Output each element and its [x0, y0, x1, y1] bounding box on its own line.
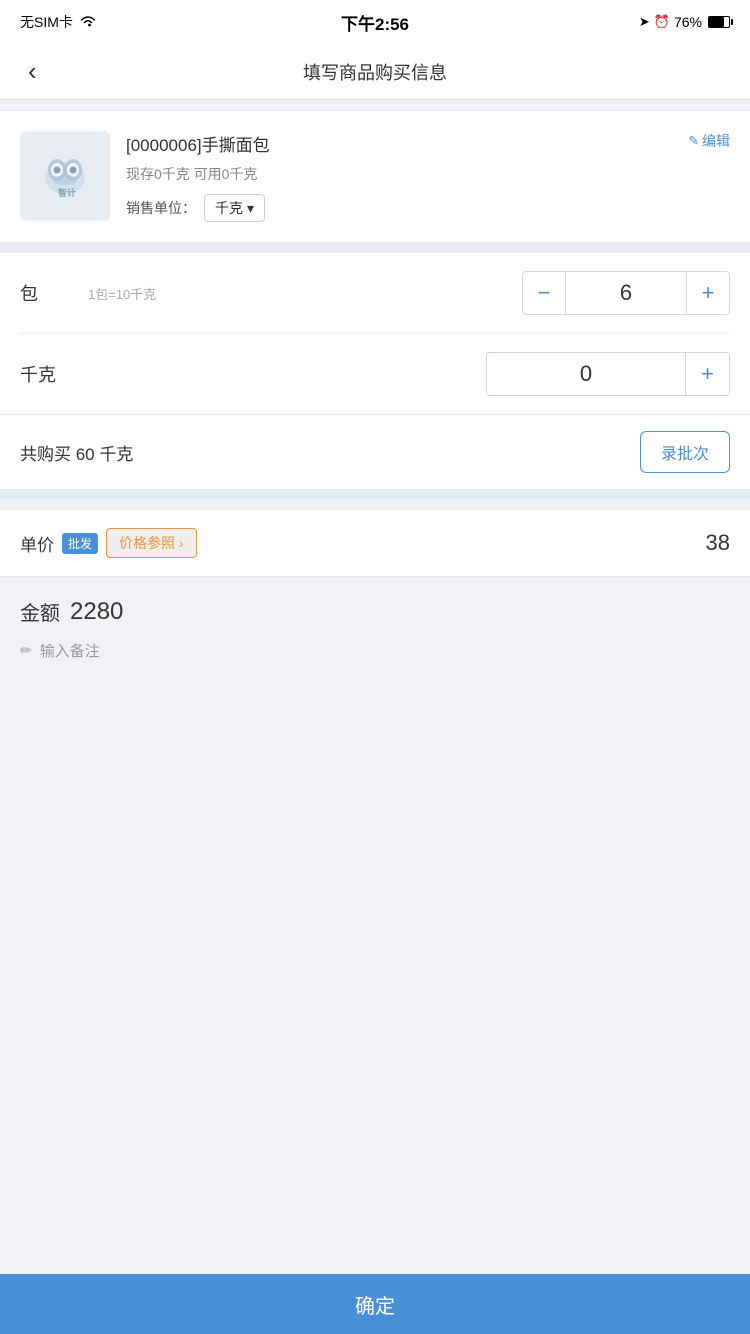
bao-stepper: − + [522, 271, 730, 315]
total-row: 共购买 60 千克 录批次 [0, 414, 750, 489]
product-image: 智计 [20, 131, 110, 221]
remark-row[interactable]: ✏ 输入备注 [20, 640, 730, 661]
amount-value: 2280 [70, 598, 123, 626]
product-unit-row: 销售单位： 千克 ▾ [126, 194, 730, 222]
edit-button[interactable]: ✎ 编辑 [688, 131, 730, 151]
price-label: 单价 [20, 531, 54, 556]
kg-stepper: + [486, 352, 730, 396]
status-time: 下午2:56 [341, 10, 409, 35]
product-info: [0000006]手撕面包 ✎ 编辑 现存0千克 可用0千克 销售单位： 千克 … [126, 131, 730, 222]
edit-label: 编辑 [702, 131, 730, 151]
bao-quantity-input[interactable] [566, 271, 686, 315]
total-text: 共购买 60 千克 [20, 440, 133, 465]
status-right: ➤ ⏰ 76% [639, 14, 730, 30]
remark-placeholder: 输入备注 [40, 640, 100, 661]
unit-value: 千克 [215, 198, 243, 218]
bao-plus-button[interactable]: + [686, 271, 730, 315]
product-stock: 现存0千克 可用0千克 [126, 164, 730, 184]
product-name-row: [0000006]手撕面包 ✎ 编辑 [126, 131, 730, 156]
pencil-icon: ✏ [20, 642, 32, 659]
price-tag: 批发 [62, 533, 98, 554]
confirm-button[interactable]: 确定 [0, 1274, 750, 1334]
status-left: 无SIM卡 [20, 12, 97, 32]
carrier-text: 无SIM卡 [20, 12, 73, 32]
price-section: 单价 批发 价格参照 › 38 [0, 509, 750, 577]
product-name: [0000006]手撕面包 [126, 131, 270, 156]
bao-input-row: 包 1包=10千克 − + [20, 253, 730, 334]
kg-input-row: 千克 + [20, 334, 730, 414]
product-logo: 智计 [38, 146, 92, 207]
svg-text:智计: 智计 [58, 187, 76, 198]
status-bar: 无SIM卡 下午2:56 ➤ ⏰ 76% [0, 0, 750, 44]
unit-arrow: ▾ [247, 200, 254, 217]
kg-quantity-input[interactable] [486, 352, 686, 396]
separator-2 [0, 489, 750, 499]
confirm-label: 确定 [355, 1290, 395, 1319]
battery-icon [708, 16, 730, 28]
kg-plus-button[interactable]: + [686, 352, 730, 396]
battery-text: 76% [674, 14, 702, 30]
location-icon: ➤ [639, 14, 650, 30]
price-ref-button[interactable]: 价格参照 › [106, 528, 197, 558]
kg-label: 千克 [20, 361, 80, 387]
unit-select[interactable]: 千克 ▾ [204, 194, 265, 222]
edit-icon: ✎ [688, 133, 699, 149]
nav-bar: ‹ 填写商品购买信息 [0, 44, 750, 100]
amount-label: 金额 [20, 597, 60, 626]
amount-row: 金额 2280 [20, 597, 730, 626]
product-card: 智计 [0000006]手撕面包 ✎ 编辑 现存0千克 可用0千克 销售单位： … [0, 110, 750, 243]
bao-sublabel: 1包=10千克 [88, 284, 156, 303]
alarm-icon: ⏰ [654, 14, 670, 30]
bao-minus-button[interactable]: − [522, 271, 566, 315]
bao-label: 包 [20, 280, 80, 306]
page-title: 填写商品购买信息 [303, 59, 447, 85]
separator-1 [0, 243, 750, 253]
quantity-section: 包 1包=10千克 − + 千克 + [0, 253, 750, 414]
wifi-icon [79, 14, 97, 31]
back-button[interactable]: ‹ [20, 48, 45, 95]
unit-label: 销售单位： [126, 198, 196, 218]
price-value: 38 [706, 530, 730, 556]
batch-button[interactable]: 录批次 [640, 431, 730, 473]
amount-section: 金额 2280 ✏ 输入备注 [0, 577, 750, 777]
